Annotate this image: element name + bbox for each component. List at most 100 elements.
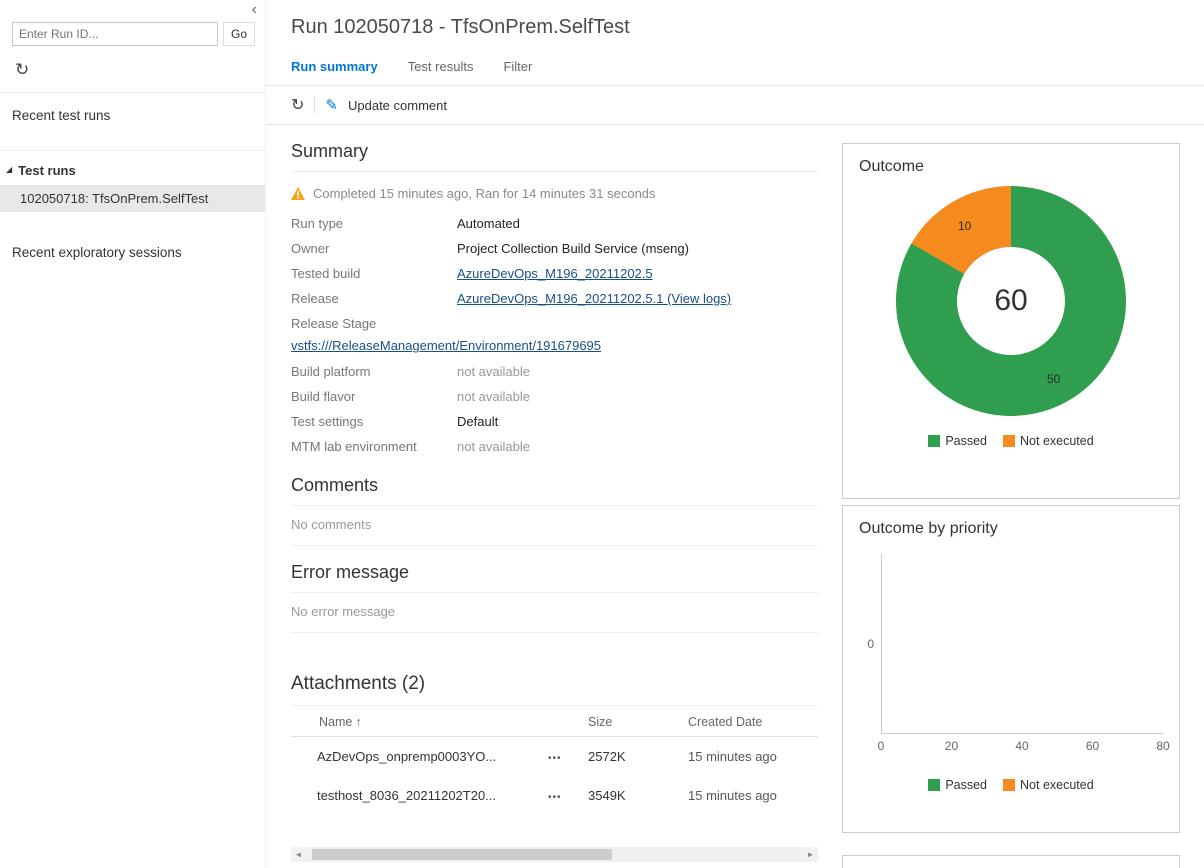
outcome-card: Outcome 10 50 60 Passed Not executed [842,143,1180,499]
tabs-bar: Run summary Test results Filter [266,39,1204,86]
slice-value-passed: 50 [1047,372,1061,386]
field-label-owner: Owner [291,241,330,256]
x-tick: 80 [1156,739,1170,753]
legend-item-passed: Passed [928,778,987,792]
more-options-icon[interactable]: ••• [548,753,562,764]
refresh-icon[interactable]: ↻ [15,60,29,80]
refresh-icon[interactable]: ↻ [291,95,304,115]
attachment-name[interactable]: testhost_8036_20211202T20... [291,788,548,803]
scroll-left-icon[interactable]: ◄ [291,847,306,862]
tested-build-link[interactable]: AzureDevOps_M196_20211202.5 [457,265,653,282]
attachment-size: 3549K [588,788,626,803]
outcome-legend: Passed Not executed [843,434,1179,448]
comments-heading: Comments [291,459,818,506]
attachment-name[interactable]: AzDevOps_onpremp0003YO... [291,749,548,764]
test-runs-label: Test runs [18,163,76,178]
summary-fields: Run type Automated Owner Project Collectio… [291,211,818,459]
main-pane: Run 102050718 - TfsOnPrem.SelfTest Run s… [266,0,1204,868]
scrollbar-track[interactable] [306,847,803,862]
collapse-panel-icon[interactable]: ‹ [252,2,257,18]
run-status-line: Completed 15 minutes ago, Ran for 14 min… [291,172,818,211]
warning-icon [291,187,305,200]
error-message-heading: Error message [291,546,818,593]
column-header-name[interactable]: Name ↑ [291,715,548,729]
tab-test-results[interactable]: Test results [408,59,474,74]
tab-filter[interactable]: Filter [503,59,532,74]
release-stage-link[interactable]: vstfs:///ReleaseManagement/Environment/1… [291,338,601,353]
summary-heading: Summary [291,125,818,172]
content-area: Summary Completed 15 minutes ago, Ran fo… [266,125,1204,868]
update-comment-button[interactable]: Update comment [348,98,447,113]
x-tick: 40 [1015,739,1029,753]
run-status-text: Completed 15 minutes ago, Ran for 14 min… [313,186,656,201]
run-id-search: Go [12,22,255,46]
recent-test-runs-link[interactable]: Recent test runs [0,93,265,138]
x-axis-ticks: 0 20 40 60 80 [877,734,1170,753]
app-root: ‹ Go ↻ Recent test runs ◢ Test runs 1020… [0,0,1204,868]
toolbar: ↻ ✎ Update comment [266,86,1204,125]
y-axis-category-label: 0 [867,637,874,651]
field-label-tested-build: Tested build [291,266,361,281]
test-runs-tree-node[interactable]: ◢ Test runs [0,155,265,185]
column-header-created[interactable]: Created Date [688,715,818,729]
scroll-right-icon[interactable]: ► [803,847,818,862]
legend-item-not-executed: Not executed [1003,434,1094,448]
field-value-owner: Project Collection Build Service (mseng) [457,241,689,256]
run-tree-item-selected[interactable]: 102050718: TfsOnPrem.SelfTest [0,185,265,212]
x-tick: 0 [877,739,885,753]
attachments-table-header: Name ↑ Size Created Date [291,706,818,737]
outcome-chart-title: Outcome [859,158,924,175]
attachment-size: 2572K [588,749,626,764]
sort-ascending-icon: ↑ [355,715,362,729]
more-options-icon[interactable]: ••• [548,792,562,803]
error-message-body: No error message [291,593,818,633]
field-value-build-platform: not available [457,364,530,379]
toolbar-divider [314,97,316,113]
attachment-created: 15 minutes ago [688,788,777,803]
outcome-by-priority-card: Outcome by priority 0 0 20 40 60 80 Pass… [842,505,1180,833]
legend-swatch-not-executed [1003,779,1016,791]
legend-swatch-passed [928,435,941,447]
sidebar: ‹ Go ↻ Recent test runs ◢ Test runs 1020… [0,0,266,868]
attachments-heading: Attachments (2) [291,657,818,706]
scrollbar-thumb[interactable] [312,849,612,860]
legend-swatch-passed [928,779,941,791]
field-value-mtm-lab: not available [457,439,530,454]
x-tick: 60 [1085,739,1100,753]
release-link[interactable]: AzureDevOps_M196_20211202.5.1 (View logs… [457,290,731,307]
field-label-release-stage: Release Stage [291,316,377,331]
page-title: Run 102050718 - TfsOnPrem.SelfTest [291,16,630,38]
legend-item-passed: Passed [928,434,987,448]
legend-item-not-executed: Not executed [1003,778,1094,792]
field-label-build-flavor: Build flavor [291,389,356,404]
field-label-release: Release [291,291,339,306]
recent-exploratory-sessions-link[interactable]: Recent exploratory sessions [0,230,265,275]
priority-bar-chart: 0 0 20 40 60 80 [859,554,1170,753]
field-value-build-flavor: not available [457,389,530,404]
field-label-test-settings: Test settings [291,414,364,429]
field-value-run-type: Automated [457,216,520,231]
comments-body: No comments [291,506,818,546]
field-label-build-platform: Build platform [291,364,371,379]
outcome-donut-chart: 10 50 60 [896,186,1126,416]
edit-pencil-icon: ✎ [325,97,338,114]
attachment-created: 15 minutes ago [688,749,777,764]
priority-chart-title: Outcome by priority [859,520,998,537]
run-id-input[interactable] [12,22,218,46]
field-label-run-type: Run type [291,216,344,231]
x-tick: 20 [944,739,959,753]
attachments-table: Name ↑ Size Created Date AzDevOps_onpremp… [291,706,818,815]
slice-value-not-executed: 10 [958,219,972,233]
go-button[interactable]: Go [222,22,255,46]
bar-plot-area [881,554,1163,734]
attachment-row[interactable]: AzDevOps_onpremp0003YO... ••• 2572K 15 m… [291,737,818,776]
horizontal-scrollbar[interactable]: ◄ ► [291,847,818,862]
attachment-row[interactable]: testhost_8036_20211202T20... ••• 3549K 1… [291,776,818,815]
field-label-mtm-lab: MTM lab environment [291,439,417,454]
tab-run-summary[interactable]: Run summary [291,59,378,74]
column-header-size[interactable]: Size [588,715,688,729]
priority-legend: Passed Not executed [843,778,1179,792]
run-summary-section: Summary Completed 15 minutes ago, Ran fo… [291,125,818,868]
tree-expanded-icon: ◢ [6,165,13,174]
charts-panel: Outcome 10 50 60 Passed Not executed Out… [818,125,1204,868]
